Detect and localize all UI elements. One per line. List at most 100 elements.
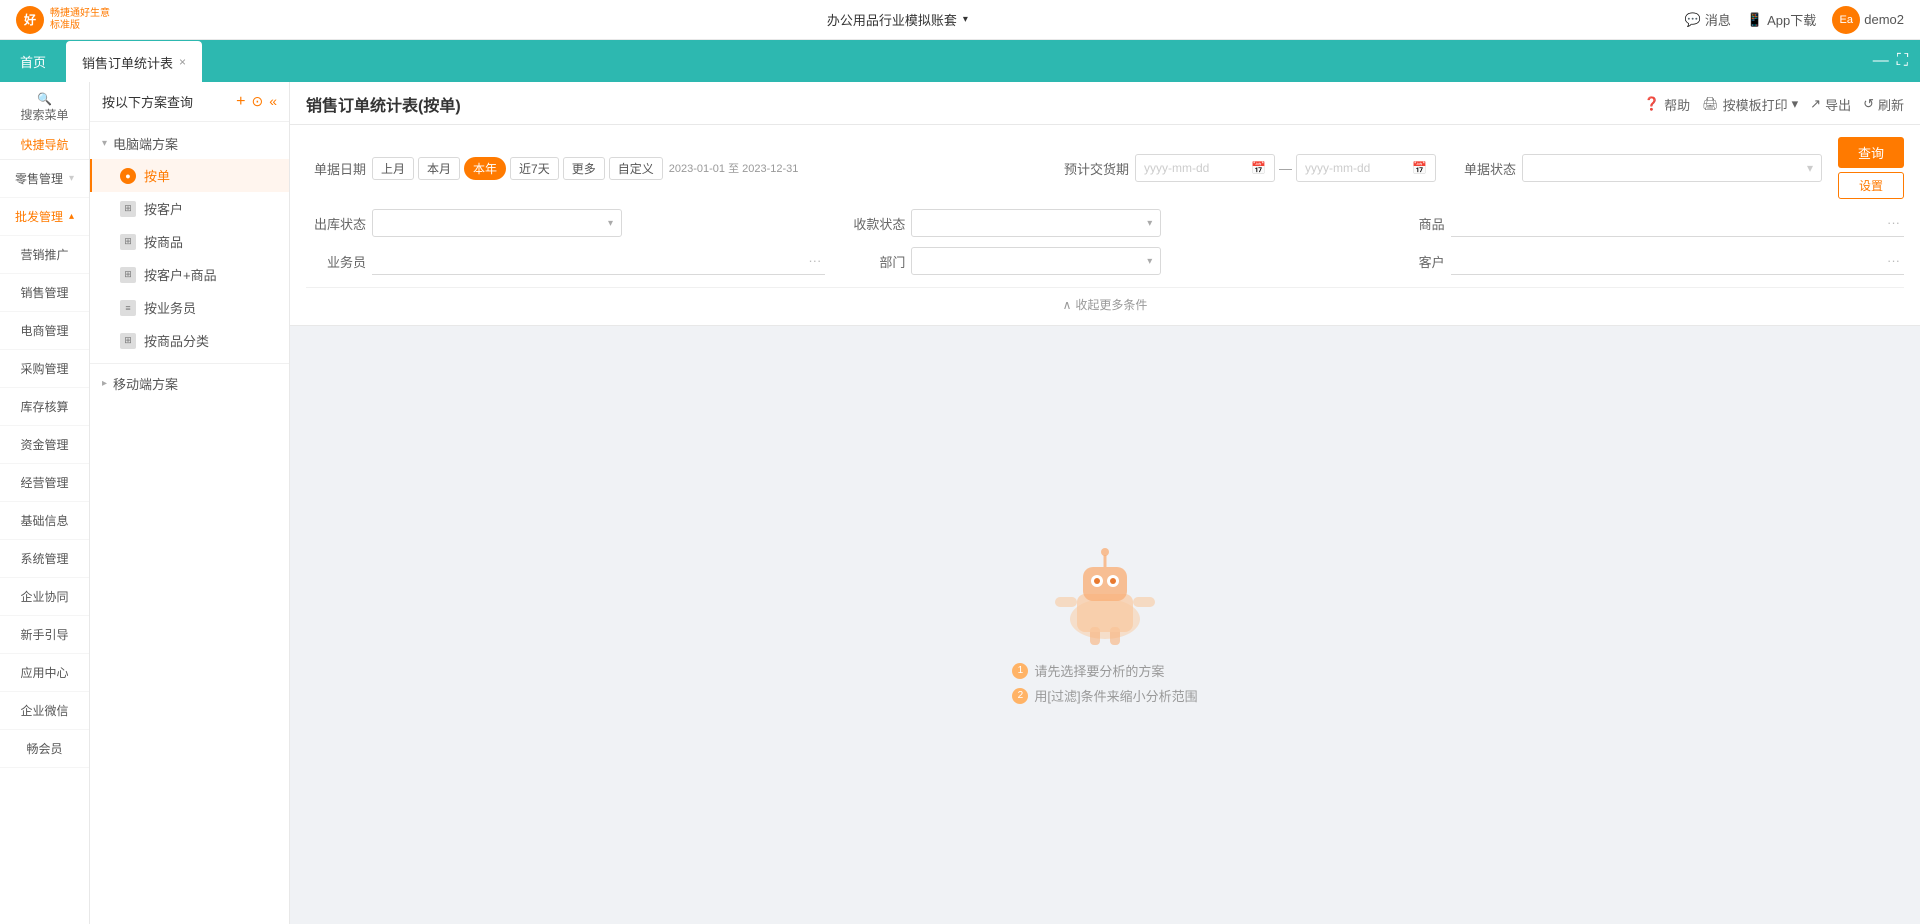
expected-date-end-input[interactable]: yyyy-mm-dd 📅 — [1296, 154, 1436, 182]
sidebar-item-basic[interactable]: 基础信息 — [0, 502, 89, 540]
help-button[interactable]: ❓ 帮助 — [1644, 95, 1690, 114]
workspace-title-area[interactable]: 办公用品行业模拟账套 ▾ — [827, 10, 968, 29]
sidebar-quick-nav[interactable]: 快捷导航 — [0, 130, 89, 160]
message-button[interactable]: 💬 消息 — [1685, 10, 1731, 29]
collection-select-arrow: ▾ — [1147, 218, 1152, 229]
print-button[interactable]: 🖨 按模板打印 ▾ — [1702, 95, 1798, 114]
tip-num-1: 1 — [1012, 663, 1028, 679]
setting-button[interactable]: 设置 — [1838, 172, 1904, 199]
refresh-button[interactable]: ↺ 刷新 — [1863, 95, 1904, 114]
query-item-by-customer[interactable]: ⊞ 按客户 — [90, 192, 289, 225]
collection-status-section: 收款状态 ▾ — [845, 209, 1364, 237]
customer-input[interactable]: ··· — [1451, 247, 1904, 275]
sidebar-item-finance[interactable]: 资金管理 — [0, 426, 89, 464]
collapse-bar[interactable]: ∧ 收起更多条件 — [306, 287, 1904, 313]
date-btn-last-month[interactable]: 上月 — [372, 157, 414, 180]
empty-tip-2: 2 用[过滤]条件来缩小分析范围 — [1012, 686, 1197, 705]
sidebar-item-inventory-label: 库存核算 — [20, 398, 68, 415]
query-item-by-cust-prod[interactable]: ⊞ 按客户+商品 — [90, 258, 289, 291]
sidebar-item-inventory[interactable]: 库存核算 — [0, 388, 89, 426]
sidebar-item-enterprise[interactable]: 企业协同 — [0, 578, 89, 616]
sidebar-search[interactable]: 🔍 搜索菜单 — [0, 82, 89, 130]
sidebar-item-member[interactable]: 畅会员 — [0, 730, 89, 768]
sidebar-item-wholesale[interactable]: 批发管理 ▴ — [0, 198, 89, 236]
logo-icon: 好 — [16, 6, 44, 34]
query-item-by-product[interactable]: ⊞ 按商品 — [90, 225, 289, 258]
date-btn-this-month[interactable]: 本月 — [418, 157, 460, 180]
sidebar-item-appCenter[interactable]: 应用中心 — [0, 654, 89, 692]
tab-home[interactable]: 首页 — [0, 40, 66, 82]
by-order-label: 按单 — [144, 166, 170, 185]
expected-date-start-input[interactable]: yyyy-mm-dd 📅 — [1135, 154, 1275, 182]
sidebar-item-finance-label: 资金管理 — [20, 436, 68, 453]
empty-tips: 1 请先选择要分析的方案 2 用[过滤]条件来缩小分析范围 — [1012, 661, 1197, 711]
expected-date-label: 预计交货期 — [1064, 159, 1129, 178]
date-btn-7days[interactable]: 近7天 — [510, 157, 559, 180]
workspace-dropdown-icon[interactable]: ▾ — [963, 14, 968, 25]
user-area[interactable]: Ea demo2 — [1832, 6, 1904, 34]
sidebar-item-marketing[interactable]: 营销推广 — [0, 236, 89, 274]
user-name: demo2 — [1864, 12, 1904, 27]
status-select[interactable]: ▾ — [1522, 154, 1822, 182]
collapse-icon: ∧ — [1063, 298, 1072, 312]
date-btn-more[interactable]: 更多 — [563, 157, 605, 180]
date-range-text: 2023-01-01 至 2023-12-31 — [669, 160, 799, 176]
sidebar-item-retail[interactable]: 零售管理 ▾ — [0, 160, 89, 198]
date-btn-this-year[interactable]: 本年 — [464, 157, 506, 180]
tip-text-1: 请先选择要分析的方案 — [1034, 661, 1164, 680]
department-arrow: ▾ — [1147, 256, 1152, 267]
goods-input[interactable]: ··· — [1451, 209, 1904, 237]
department-select[interactable]: ▾ — [911, 247, 1161, 275]
salesman-input[interactable]: ··· — [372, 247, 825, 275]
sidebar-item-system[interactable]: 系统管理 — [0, 540, 89, 578]
sidebar-item-purchase[interactable]: 采购管理 — [0, 350, 89, 388]
collection-status-label: 收款状态 — [845, 214, 905, 233]
query-item-by-category[interactable]: ⊞ 按商品分类 — [90, 324, 289, 357]
sidebar-item-operations[interactable]: 经营管理 — [0, 464, 89, 502]
customer-more-icon: ··· — [1887, 253, 1900, 268]
right-panel: 销售订单统计表(按单) ❓ 帮助 🖨 按模板打印 ▾ ↗ 导出 — [290, 82, 1920, 924]
export-button[interactable]: ↗ 导出 — [1810, 95, 1851, 114]
pc-group-header[interactable]: ▾ 电脑端方案 — [90, 128, 289, 159]
by-cust-prod-label: 按客户+商品 — [144, 265, 217, 284]
add-scheme-button[interactable]: + — [236, 93, 245, 111]
date-btn-custom[interactable]: 自定义 — [609, 157, 663, 180]
by-customer-icon: ⊞ — [120, 201, 136, 217]
help-icon: ❓ — [1644, 96, 1660, 112]
sidebar-item-operations-label: 经营管理 — [20, 474, 68, 491]
logo-area[interactable]: 好 畅捷通好生意 标准版 — [16, 6, 110, 34]
message-icon: 💬 — [1685, 12, 1701, 28]
collapse-panel-button[interactable]: « — [269, 93, 277, 111]
delivery-status-select[interactable]: ▾ — [372, 209, 622, 237]
by-product-label: 按商品 — [144, 232, 183, 251]
app-download-icon: 📱 — [1747, 12, 1763, 28]
collapse-label[interactable]: ∧ 收起更多条件 — [1063, 296, 1148, 313]
pc-query-group: ▾ 电脑端方案 ● 按单 ⊞ 按客户 ⊞ 按商品 ⊞ 按客户+商品 — [90, 122, 289, 363]
topbar: 好 畅捷通好生意 标准版 办公用品行业模拟账套 ▾ 💬 消息 📱 App下载 E… — [0, 0, 1920, 40]
sidebar-item-guide[interactable]: 新手引导 — [0, 616, 89, 654]
settings-scheme-button[interactable]: ⊙ — [251, 93, 263, 111]
main-layout: 🔍 搜索菜单 快捷导航 零售管理 ▾ 批发管理 ▴ 营销推广 销售管理 电商管理… — [0, 82, 1920, 924]
app-download-button[interactable]: 📱 App下载 — [1747, 10, 1816, 29]
date-filter-section: 单据日期 上月 本月 本年 近7天 更多 自定义 2023-01-01 至 20… — [306, 157, 1044, 180]
empty-illustration — [1045, 539, 1165, 649]
mobile-group-header[interactable]: ▸ 移动端方案 — [90, 368, 289, 399]
tabbar-right: — ⛶ — [1873, 52, 1920, 70]
sidebar-item-ecommerce[interactable]: 电商管理 — [0, 312, 89, 350]
tab-active-label: 销售订单统计表 — [82, 53, 173, 72]
maximize-icon[interactable]: ⛶ — [1897, 52, 1908, 70]
workspace-title: 办公用品行业模拟账套 — [827, 10, 957, 29]
tip-num-2: 2 — [1012, 688, 1028, 704]
query-item-by-salesman[interactable]: ≡ 按业务员 — [90, 291, 289, 324]
collection-status-select[interactable]: ▾ — [911, 209, 1161, 237]
minimize-icon[interactable]: — — [1873, 52, 1889, 70]
date-separator: — — [1279, 161, 1292, 176]
tab-close-icon[interactable]: × — [179, 55, 186, 69]
tab-active[interactable]: 销售订单统计表 × — [66, 41, 202, 83]
filter-row-1: 单据日期 上月 本月 本年 近7天 更多 自定义 2023-01-01 至 20… — [306, 137, 1904, 199]
query-item-by-order[interactable]: ● 按单 — [90, 159, 289, 192]
filter-row-2: 出库状态 ▾ 收款状态 ▾ 商品 — [306, 209, 1904, 237]
sidebar-item-sales[interactable]: 销售管理 — [0, 274, 89, 312]
query-button[interactable]: 查询 — [1838, 137, 1904, 168]
sidebar-item-wechat[interactable]: 企业微信 — [0, 692, 89, 730]
